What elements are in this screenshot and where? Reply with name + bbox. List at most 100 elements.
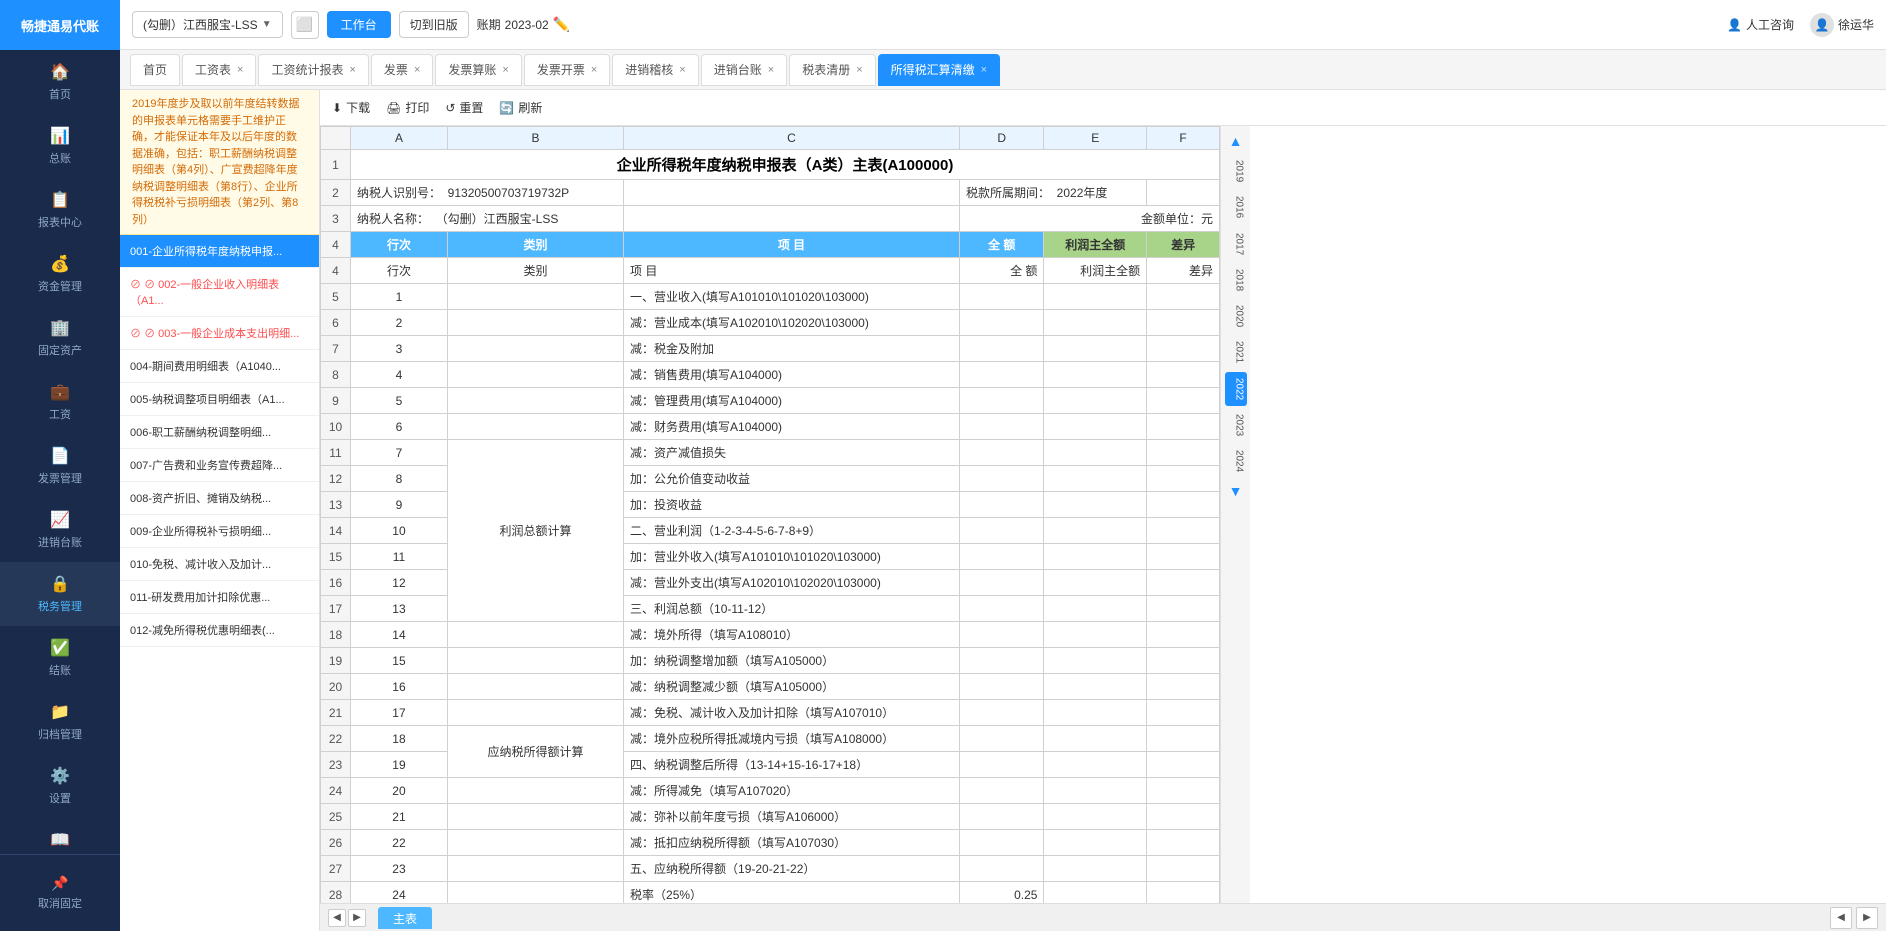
form-item-012[interactable]: 012-减免所得税优惠明细表(... xyxy=(120,614,319,647)
tab-close-7[interactable]: × xyxy=(768,64,774,76)
period-edit-icon[interactable]: ✏️ xyxy=(553,16,570,33)
sheet-next-btn[interactable]: ▶ xyxy=(348,909,366,927)
cell-je-27[interactable] xyxy=(960,856,1044,882)
cell-lrqz-4[interactable]: 利润主全额 xyxy=(1044,258,1147,284)
sidebar-item-7[interactable]: 📈进销台账 xyxy=(0,498,120,562)
cell-je-19[interactable] xyxy=(960,648,1044,674)
tab-item-2[interactable]: 工资统计报表× xyxy=(258,54,368,86)
year-item-2017[interactable]: 2017 xyxy=(1225,227,1247,261)
year-item-2018[interactable]: 2018 xyxy=(1225,263,1247,297)
print-button[interactable]: 🖨 打印 xyxy=(386,99,429,116)
cell-je-23[interactable] xyxy=(960,752,1044,778)
cell-lrqz-11[interactable] xyxy=(1044,440,1147,466)
cell-cy-4[interactable]: 差异 xyxy=(1147,258,1220,284)
cell-je-10[interactable] xyxy=(960,414,1044,440)
cell-lrqz-14[interactable] xyxy=(1044,518,1147,544)
sidebar-item-5[interactable]: 💼工资 xyxy=(0,370,120,434)
cell-lrqz-17[interactable] xyxy=(1044,596,1147,622)
form-item-007[interactable]: 007-广告费和业务宣传费超降... xyxy=(120,449,319,482)
cell-lrqz-23[interactable] xyxy=(1044,752,1147,778)
cell-je-13[interactable] xyxy=(960,492,1044,518)
copy-icon[interactable]: ⬜ xyxy=(291,11,319,39)
cell-lrqz-9[interactable] xyxy=(1044,388,1147,414)
form-item-011[interactable]: 011-研发费用加计扣除优惠... xyxy=(120,581,319,614)
cell-lrqz-25[interactable] xyxy=(1044,804,1147,830)
tab-item-3[interactable]: 发票× xyxy=(371,54,433,86)
sidebar-item-11[interactable]: ⚙️设置 xyxy=(0,754,120,818)
cell-cy-13[interactable] xyxy=(1147,492,1220,518)
cell-lrqz-6[interactable] xyxy=(1044,310,1147,336)
sidebar-item-10[interactable]: 📁归档管理 xyxy=(0,690,120,754)
tab-item-8[interactable]: 税表清册× xyxy=(789,54,875,86)
cell-lrqz-18[interactable] xyxy=(1044,622,1147,648)
download-button[interactable]: ⬇ 下载 xyxy=(332,99,370,116)
form-item-010[interactable]: 010-免税、减计收入及加计... xyxy=(120,548,319,581)
year-item-2021[interactable]: 2021 xyxy=(1225,335,1247,369)
cell-cy-9[interactable] xyxy=(1147,388,1220,414)
cell-cy-24[interactable] xyxy=(1147,778,1220,804)
sidebar-item-12[interactable]: 📖新手引导 xyxy=(0,818,120,854)
cell-je-11[interactable] xyxy=(960,440,1044,466)
cell-cy-25[interactable] xyxy=(1147,804,1220,830)
cell-lrqz-12[interactable] xyxy=(1044,466,1147,492)
cell-lrqz-15[interactable] xyxy=(1044,544,1147,570)
spreadsheet-wrapper[interactable]: A B C D E F 1企业所得税年度纳税申报表（A类）主表( xyxy=(320,126,1220,903)
tab-close-9[interactable]: × xyxy=(981,64,987,76)
company-selector[interactable]: (勾删）江西服宝-LSS ▼ xyxy=(132,11,283,38)
year-item-2020[interactable]: 2020 xyxy=(1225,299,1247,333)
cell-cy-22[interactable] xyxy=(1147,726,1220,752)
cell-cy-12[interactable] xyxy=(1147,466,1220,492)
cell-lrqz-28[interactable] xyxy=(1044,882,1147,904)
cell-cy-19[interactable] xyxy=(1147,648,1220,674)
form-item-008[interactable]: 008-资产折旧、摊销及纳税... xyxy=(120,482,319,515)
sidebar-item-6[interactable]: 📄发票管理 xyxy=(0,434,120,498)
form-item-006[interactable]: 006-职工薪酬纳税调整明细... xyxy=(120,416,319,449)
cell-lrqz-8[interactable] xyxy=(1044,362,1147,388)
tab-item-4[interactable]: 发票算账× xyxy=(435,54,521,86)
cell-lrqz-10[interactable] xyxy=(1044,414,1147,440)
cell-lrqz-27[interactable] xyxy=(1044,856,1147,882)
cell-cy-7[interactable] xyxy=(1147,336,1220,362)
cell-cy-8[interactable] xyxy=(1147,362,1220,388)
year-item-2022[interactable]: 2022 xyxy=(1225,372,1247,406)
cell-lrqz-5[interactable] xyxy=(1044,284,1147,310)
cell-je-22[interactable] xyxy=(960,726,1044,752)
ai-consult-btn[interactable]: 👤 人工咨询 xyxy=(1727,16,1794,33)
year-item-2024[interactable]: 2024 xyxy=(1225,444,1247,478)
cell-lrqz-19[interactable] xyxy=(1044,648,1147,674)
cell-lrqz-21[interactable] xyxy=(1044,700,1147,726)
sidebar-item-2[interactable]: 📋报表中心 xyxy=(0,178,120,242)
sheet-tab-main[interactable]: 主表 xyxy=(378,907,432,929)
switch-old-button[interactable]: 切到旧版 xyxy=(399,11,469,38)
form-item-009[interactable]: 009-企业所得税补亏损明细... xyxy=(120,515,319,548)
form-item-003[interactable]: ⊘ 003-一般企业成本支出明细... xyxy=(120,317,319,350)
cell-cy-6[interactable] xyxy=(1147,310,1220,336)
tab-close-5[interactable]: × xyxy=(591,64,597,76)
cell-cy-20[interactable] xyxy=(1147,674,1220,700)
cell-je-7[interactable] xyxy=(960,336,1044,362)
cell-je-17[interactable] xyxy=(960,596,1044,622)
year-up-btn[interactable]: ▲ xyxy=(1225,130,1247,152)
cell-cy-18[interactable] xyxy=(1147,622,1220,648)
cell-cy-17[interactable] xyxy=(1147,596,1220,622)
cell-je-14[interactable] xyxy=(960,518,1044,544)
cell-je-4[interactable]: 全 额 xyxy=(960,258,1044,284)
cell-je-5[interactable] xyxy=(960,284,1044,310)
sidebar-item-1[interactable]: 📊总账 xyxy=(0,114,120,178)
tab-item-7[interactable]: 进销台账× xyxy=(701,54,787,86)
cell-je-20[interactable] xyxy=(960,674,1044,700)
cell-cy-10[interactable] xyxy=(1147,414,1220,440)
sidebar-item-8[interactable]: 🔒税务管理 xyxy=(0,562,120,626)
cell-lrqz-7[interactable] xyxy=(1044,336,1147,362)
cell-cy-11[interactable] xyxy=(1147,440,1220,466)
reset-button[interactable]: ↺ 重置 xyxy=(445,99,483,116)
cell-lrqz-13[interactable] xyxy=(1044,492,1147,518)
cell-lrqz-26[interactable] xyxy=(1044,830,1147,856)
workbench-button[interactable]: 工作台 xyxy=(327,11,391,38)
form-item-004[interactable]: 004-期间费用明细表（A1040... xyxy=(120,350,319,383)
cell-cy-27[interactable] xyxy=(1147,856,1220,882)
tab-close-6[interactable]: × xyxy=(679,64,685,76)
form-item-002[interactable]: ⊘ 002-一般企业收入明细表（A1... xyxy=(120,268,319,317)
cell-cy-26[interactable] xyxy=(1147,830,1220,856)
year-item-2016[interactable]: 2016 xyxy=(1225,190,1247,224)
